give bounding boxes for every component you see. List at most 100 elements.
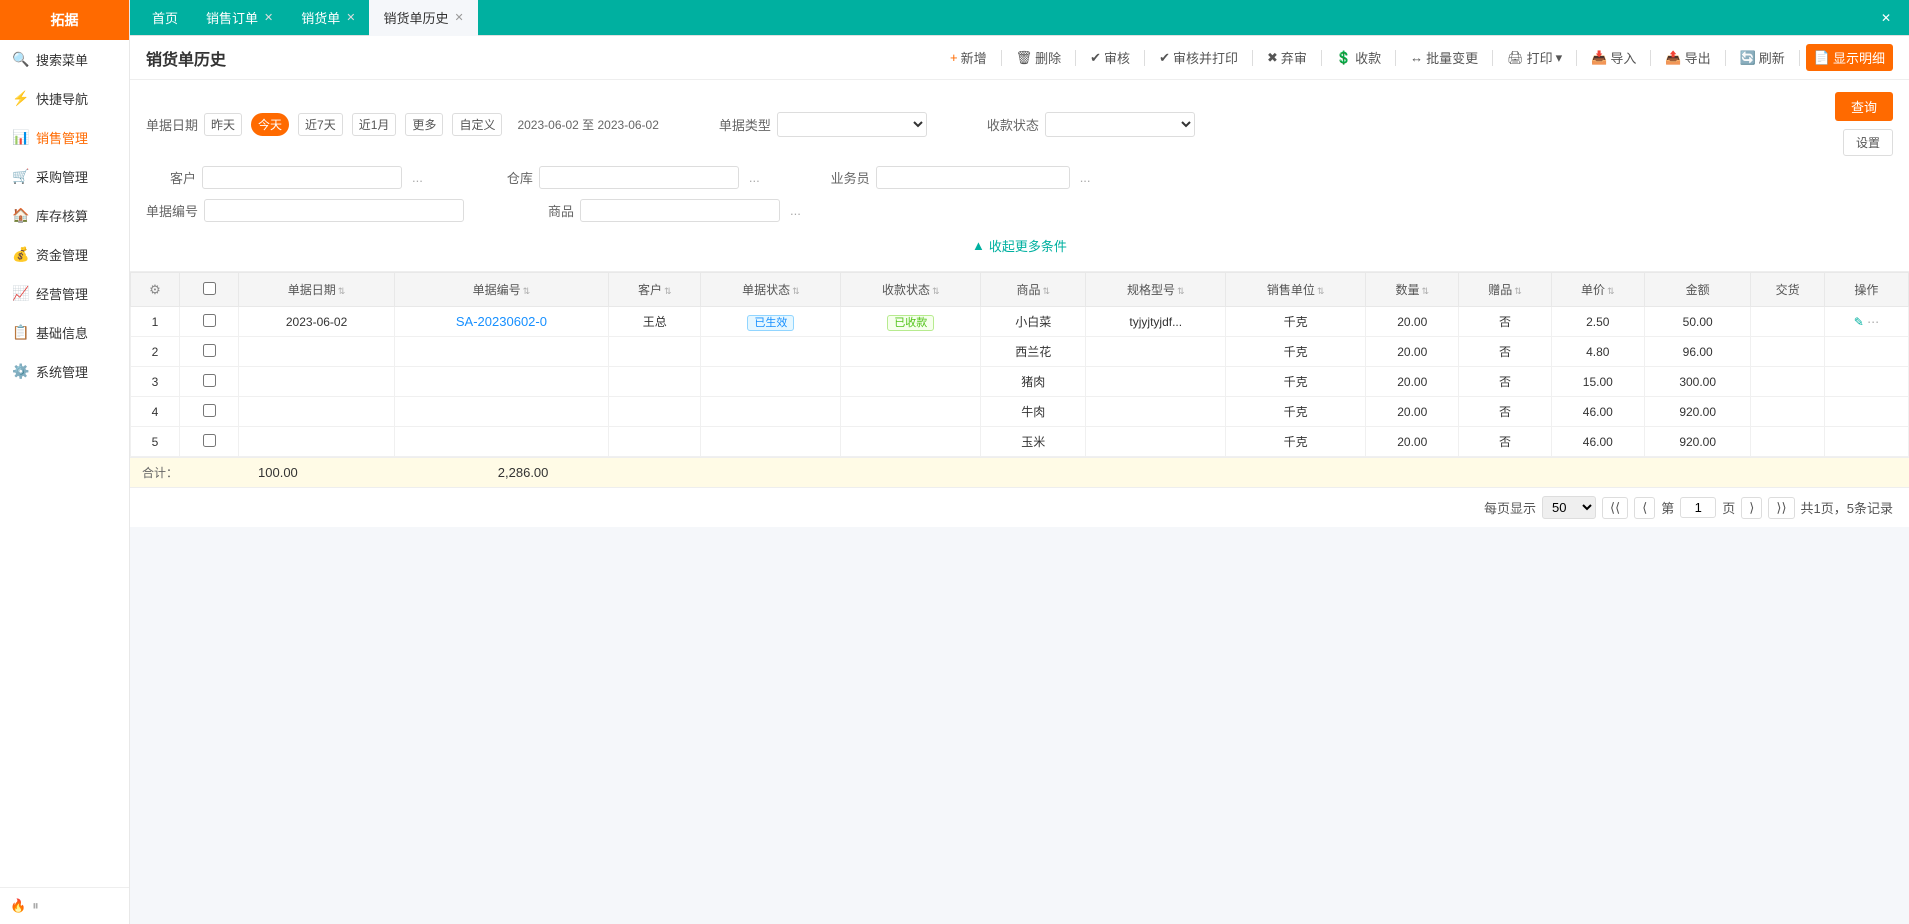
show-detail-button[interactable]: 📄 显示明细 bbox=[1806, 44, 1893, 71]
th-gear[interactable]: ⚙ bbox=[131, 273, 180, 307]
tab-close-sales-order[interactable]: ✕ bbox=[264, 11, 273, 24]
cell-checkbox[interactable] bbox=[179, 307, 238, 337]
sort-gift-icon[interactable]: ⇅ bbox=[1514, 286, 1522, 296]
warehouse-input[interactable] bbox=[539, 166, 739, 189]
date-btn-7days[interactable]: 近7天 bbox=[298, 113, 343, 136]
gear-col-icon[interactable]: ⚙ bbox=[149, 282, 161, 297]
edit-action-btn-0[interactable]: ✎ bbox=[1854, 315, 1864, 329]
query-button[interactable]: 查询 bbox=[1835, 92, 1893, 121]
cell-customer bbox=[609, 337, 701, 367]
abandon-button[interactable]: ✖ 弃审 bbox=[1259, 44, 1315, 71]
sidebar-item-inventory-calc[interactable]: 🏠 库存核算 bbox=[0, 196, 129, 235]
docno-input[interactable] bbox=[204, 199, 464, 222]
th-checkbox[interactable] bbox=[179, 273, 238, 307]
tab-close-sales-goods[interactable]: ✕ bbox=[346, 11, 355, 24]
docno-link-0[interactable]: SA-20230602-0 bbox=[456, 314, 547, 329]
tab-close-sales-history[interactable]: ✕ bbox=[455, 11, 464, 24]
page-number-input[interactable] bbox=[1680, 497, 1716, 518]
tab-home[interactable]: 首页 bbox=[138, 0, 192, 36]
goods-ellipsis-btn[interactable]: ... bbox=[790, 203, 801, 218]
collapse-button[interactable]: ▲ 收起更多条件 bbox=[146, 232, 1893, 259]
cell-date: 2023-06-02 bbox=[239, 307, 394, 337]
sort-date-icon[interactable]: ⇅ bbox=[338, 286, 346, 296]
audit-print-button[interactable]: ✔ 审核并打印 bbox=[1151, 44, 1246, 71]
sort-docstatus-icon[interactable]: ⇅ bbox=[792, 286, 800, 296]
sort-docno-icon[interactable]: ⇅ bbox=[523, 286, 531, 296]
sidebar-item-sales-mgmt[interactable]: 📊 销售管理 bbox=[0, 118, 129, 157]
sidebar-bottom-icon1[interactable]: 🔥 bbox=[10, 898, 26, 914]
sidebar-item-purchase-mgmt[interactable]: 🛒 采购管理 bbox=[0, 157, 129, 196]
tab-close-all-button[interactable]: ✕ bbox=[1871, 11, 1901, 25]
select-all-checkbox[interactable] bbox=[203, 282, 216, 295]
sidebar-item-system-mgmt[interactable]: ⚙️ 系统管理 bbox=[0, 352, 129, 391]
sidebar-item-quick-nav[interactable]: ⚡ 快捷导航 bbox=[0, 79, 129, 118]
row-checkbox-0[interactable] bbox=[203, 314, 216, 327]
prev-page-button[interactable]: ⟨ bbox=[1634, 497, 1655, 519]
row-checkbox-4[interactable] bbox=[203, 434, 216, 447]
cell-checkbox[interactable] bbox=[179, 337, 238, 367]
date-filter-label: 单据日期 bbox=[146, 115, 198, 134]
refresh-button[interactable]: 🔄 刷新 bbox=[1732, 44, 1793, 71]
audit-button[interactable]: ✔ 审核 bbox=[1082, 44, 1138, 71]
row-checkbox-1[interactable] bbox=[203, 344, 216, 357]
date-btn-custom[interactable]: 自定义 bbox=[452, 113, 502, 136]
last-page-button[interactable]: ⟩⟩ bbox=[1768, 497, 1794, 519]
sort-paystatus-icon[interactable]: ⇅ bbox=[932, 286, 940, 296]
warehouse-ellipsis-btn[interactable]: ... bbox=[749, 170, 760, 185]
tab-sales-history[interactable]: 销货单历史 ✕ bbox=[369, 0, 477, 36]
sidebar-bottom-icon2[interactable]: ⏸ bbox=[32, 898, 39, 914]
sort-goods-icon[interactable]: ⇅ bbox=[1042, 286, 1050, 296]
cell-trade bbox=[1751, 307, 1824, 337]
row-checkbox-3[interactable] bbox=[203, 404, 216, 417]
sidebar-item-basic-info[interactable]: 📋 基础信息 bbox=[0, 313, 129, 352]
tab-sales-goods[interactable]: 销货单 ✕ bbox=[287, 0, 369, 36]
first-page-button[interactable]: ⟨⟨ bbox=[1602, 497, 1628, 519]
delete-button[interactable]: 🗑 删除 bbox=[1008, 44, 1070, 71]
cell-quantity: 20.00 bbox=[1366, 307, 1459, 337]
cell-checkbox[interactable] bbox=[179, 427, 238, 457]
customer-input[interactable] bbox=[202, 166, 402, 189]
sidebar: 拓据 🔍 搜索菜单 ⚡ 快捷导航 📊 销售管理 🛒 采购管理 🏠 库存核算 💰 … bbox=[0, 0, 130, 924]
date-btn-today[interactable]: 今天 bbox=[251, 113, 289, 136]
staff-input[interactable] bbox=[876, 166, 1070, 189]
sidebar-item-finance-mgmt[interactable]: 💰 资金管理 bbox=[0, 235, 129, 274]
row-checkbox-2[interactable] bbox=[203, 374, 216, 387]
more-action-btn-0[interactable]: ⋯ bbox=[1867, 315, 1879, 329]
add-button[interactable]: + 新增 bbox=[942, 44, 995, 71]
sort-spec-icon[interactable]: ⇅ bbox=[1177, 286, 1185, 296]
sort-qty-icon[interactable]: ⇅ bbox=[1421, 286, 1429, 296]
sidebar-item-operation-mgmt[interactable]: 📈 经营管理 bbox=[0, 274, 129, 313]
data-table: ⚙ 单据日期⇅ 单据编号⇅ 客户⇅ 单据状态⇅ 收款状态⇅ 商品⇅ 规格型号⇅ … bbox=[130, 272, 1909, 457]
next-page-button[interactable]: ⟩ bbox=[1741, 497, 1762, 519]
main-area: 首页 销售订单 ✕ 销货单 ✕ 销货单历史 ✕ ✕ 销货单历史 + 新增 bbox=[130, 0, 1909, 924]
export-button[interactable]: 📤 导出 bbox=[1657, 44, 1718, 71]
toolbar: + 新增 🗑 删除 ✔ 审核 ✔ 审核并打印 bbox=[942, 44, 1893, 71]
doc-type-select[interactable] bbox=[777, 112, 927, 137]
purchase-mgmt-icon: 🛒 bbox=[12, 168, 30, 186]
sidebar-item-search-menu[interactable]: 🔍 搜索菜单 bbox=[0, 40, 129, 79]
batch-change-button[interactable]: ↔ 批量变更 bbox=[1402, 44, 1486, 71]
cell-docno bbox=[394, 367, 608, 397]
pay-status-select[interactable] bbox=[1045, 112, 1195, 137]
date-btn-1month[interactable]: 近1月 bbox=[352, 113, 397, 136]
per-page-select[interactable]: 50 100 200 bbox=[1542, 496, 1596, 519]
import-button[interactable]: 📥 导入 bbox=[1583, 44, 1644, 71]
set-button[interactable]: 设置 bbox=[1843, 129, 1893, 156]
warehouse-filter-label: 仓库 bbox=[483, 168, 533, 187]
date-btn-yesterday[interactable]: 昨天 bbox=[204, 113, 242, 136]
staff-ellipsis-btn[interactable]: ... bbox=[1080, 170, 1091, 185]
operation-mgmt-icon: 📈 bbox=[12, 285, 30, 303]
cell-checkbox[interactable] bbox=[179, 367, 238, 397]
add-icon: + bbox=[950, 50, 958, 65]
customer-ellipsis-btn[interactable]: ... bbox=[412, 170, 423, 185]
receive-button[interactable]: 💲 收款 bbox=[1328, 44, 1389, 71]
cell-trade bbox=[1751, 367, 1824, 397]
sort-customer-icon[interactable]: ⇅ bbox=[664, 286, 672, 296]
cell-checkbox[interactable] bbox=[179, 397, 238, 427]
sort-unit-icon[interactable]: ⇅ bbox=[1317, 286, 1325, 296]
print-button[interactable]: 🖨 打印 ▾ bbox=[1499, 44, 1570, 71]
sort-price-icon[interactable]: ⇅ bbox=[1607, 286, 1615, 296]
goods-input[interactable] bbox=[580, 199, 780, 222]
tab-sales-order[interactable]: 销售订单 ✕ bbox=[192, 0, 287, 36]
date-btn-more[interactable]: 更多 bbox=[405, 113, 443, 136]
